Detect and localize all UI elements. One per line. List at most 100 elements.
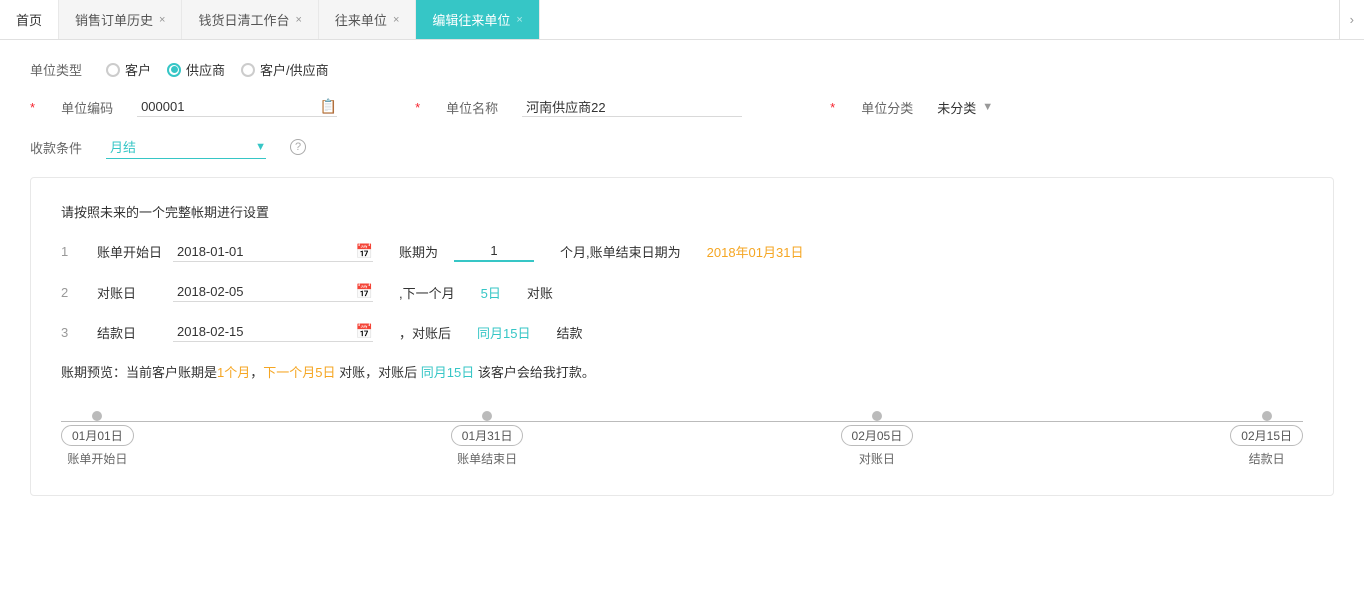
date-input-2-wrapper: 📅 (173, 282, 373, 302)
name-input[interactable] (522, 97, 742, 117)
timeline-dot-3 (1262, 411, 1272, 421)
code-name-row: * 单位编码 📋 * 单位名称 * 单位分类 未分类 ▼ (30, 97, 1334, 117)
radio-both-label: 客户/供应商 (260, 60, 329, 79)
tab-cash-work[interactable]: 钱货日清工作台 × (182, 0, 318, 39)
tab-home-label: 首页 (16, 10, 42, 29)
tab-edit-partner-label: 编辑往来单位 (432, 10, 510, 29)
name-required: * (415, 100, 420, 115)
tab-cash-work-label: 钱货日清工作台 (198, 10, 289, 29)
timeline-points: 01月01日 账单开始日 01月31日 账单结束日 02月05日 对账日 (61, 411, 1303, 467)
preview-part1: 1个月 (217, 365, 250, 380)
radio-customer[interactable]: 客户 (106, 60, 151, 79)
category-arrow-icon: ▼ (982, 101, 993, 113)
preview-part3: 同月15日 (421, 365, 474, 380)
timeline-dot-0 (92, 411, 102, 421)
settings-row-1: 1 账单开始日 📅 账期为 个月,账单结束日期为 2018年01月31日 (61, 241, 1303, 262)
payment-row: 收款条件 月结 ▼ ? (30, 135, 1334, 159)
payment-label: 收款条件 (30, 138, 82, 157)
row2-day: 5日 (481, 283, 501, 302)
row-num-3: 3 (61, 325, 81, 340)
category-select[interactable]: 未分类 ▼ (937, 98, 993, 117)
date-input-1[interactable] (173, 242, 350, 261)
radio-customer-circle (106, 63, 120, 77)
tab-sales-history[interactable]: 销售订单历史 × (59, 0, 182, 39)
tab-bar: 首页 销售订单历史 × 钱货日清工作台 × 往来单位 × 编辑往来单位 × › (0, 0, 1364, 40)
settings-row-2: 2 对账日 📅 ,下一个月5日 对账 (61, 282, 1303, 302)
preview-middle1: ， (250, 365, 263, 380)
row3-prefix: ，对账后 (399, 323, 451, 342)
preview-suffix: 该客户会给我打款。 (474, 365, 595, 380)
timeline-point-1: 01月31日 账单结束日 (451, 411, 524, 467)
preview-part2: 下一个月5日 (263, 365, 335, 380)
main-content: 单位类型 客户 供应商 客户/供应商 * 单位编码 📋 * 单位名称 (0, 40, 1364, 608)
tab-partner-close[interactable]: × (393, 14, 399, 26)
date-input-3-wrapper: 📅 (173, 322, 373, 342)
preview-middle2: 对账，对账后 (336, 365, 421, 380)
tab-edit-partner[interactable]: 编辑往来单位 × (416, 0, 539, 39)
timeline-date-2: 02月05日 (841, 425, 914, 446)
period-unit: 个月,账单结束日期为 (560, 242, 681, 261)
tab-edit-partner-close[interactable]: × (516, 14, 522, 26)
unit-type-label: 单位类型 (30, 60, 82, 79)
payment-select[interactable]: 月结 ▼ (106, 135, 266, 159)
row-field-1: 账单开始日 (97, 242, 157, 261)
date-input-3[interactable] (173, 322, 350, 341)
timeline-dot-2 (872, 411, 882, 421)
row-field-3: 结款日 (97, 323, 157, 342)
row3-suffix: 结款 (556, 323, 582, 342)
timeline-date-3: 02月15日 (1230, 425, 1303, 446)
timeline-wrapper: 01月01日 账单开始日 01月31日 账单结束日 02月05日 对账日 (61, 411, 1303, 471)
settings-row-3: 3 结款日 📅 ，对账后 同月15日 结款 (61, 322, 1303, 342)
category-value: 未分类 (937, 98, 976, 117)
row-field-2: 对账日 (97, 283, 157, 302)
radio-customer-label: 客户 (125, 60, 151, 79)
radio-both-circle (241, 63, 255, 77)
radio-both[interactable]: 客户/供应商 (241, 60, 329, 79)
period-prefix: 账期为 (399, 242, 438, 261)
cal-icon-3[interactable]: 📅 (356, 323, 373, 340)
cal-icon-1[interactable]: 📅 (356, 243, 373, 260)
radio-supplier-label: 供应商 (186, 60, 225, 79)
tab-cash-work-close[interactable]: × (295, 14, 301, 26)
preview-section: 账期预览：当前客户账期是1个月，下一个月5日 对账，对账后 同月15日 该客户会… (61, 362, 1303, 471)
period-end-date: 2018年01月31日 (707, 242, 804, 261)
timeline-date-1: 01月31日 (451, 425, 524, 446)
unit-type-options: 客户 供应商 客户/供应商 (106, 60, 329, 79)
payment-value: 月结 (106, 135, 249, 158)
radio-supplier-circle (167, 63, 181, 77)
timeline-label-1: 账单结束日 (457, 450, 517, 467)
tab-partner-label: 往来单位 (335, 10, 387, 29)
name-label: 单位名称 (446, 98, 498, 117)
help-icon[interactable]: ? (290, 139, 306, 155)
timeline-point-2: 02月05日 对账日 (841, 411, 914, 467)
timeline-point-3: 02月15日 结款日 (1230, 411, 1303, 467)
row-num-2: 2 (61, 285, 81, 300)
category-label: 单位分类 (861, 98, 913, 117)
period-input[interactable] (454, 241, 534, 262)
tab-partner[interactable]: 往来单位 × (319, 0, 416, 39)
tab-more-button[interactable]: › (1339, 0, 1364, 39)
row-num-1: 1 (61, 244, 81, 259)
row2-prefix: ,下一个月 (399, 283, 455, 302)
tab-sales-history-close[interactable]: × (159, 14, 165, 26)
tab-sales-history-label: 销售订单历史 (75, 10, 153, 29)
payment-dropdown-icon: ▼ (255, 141, 266, 153)
timeline-date-0: 01月01日 (61, 425, 134, 446)
code-copy-icon[interactable]: 📋 (320, 98, 337, 115)
preview-label: 账期预览：当前客户账期是1个月，下一个月5日 对账，对账后 同月15日 该客户会… (61, 362, 1303, 381)
code-input-wrapper: 📋 (137, 97, 337, 117)
row3-day: 同月15日 (477, 323, 530, 342)
timeline-point-0: 01月01日 账单开始日 (61, 411, 134, 467)
tab-home[interactable]: 首页 (0, 0, 59, 39)
timeline-label-3: 结款日 (1249, 450, 1285, 467)
settings-title: 请按照未来的一个完整帐期进行设置 (61, 202, 1303, 221)
code-input[interactable] (137, 97, 314, 116)
timeline-label-2: 对账日 (859, 450, 895, 467)
date-input-2[interactable] (173, 282, 350, 301)
date-input-1-wrapper: 📅 (173, 242, 373, 262)
unit-type-row: 单位类型 客户 供应商 客户/供应商 (30, 60, 1334, 79)
cal-icon-2[interactable]: 📅 (356, 283, 373, 300)
settings-panel: 请按照未来的一个完整帐期进行设置 1 账单开始日 📅 账期为 个月,账单结束日期… (30, 177, 1334, 496)
preview-text-1: 账期预览：当前客户账期是 (61, 365, 217, 380)
radio-supplier[interactable]: 供应商 (167, 60, 225, 79)
